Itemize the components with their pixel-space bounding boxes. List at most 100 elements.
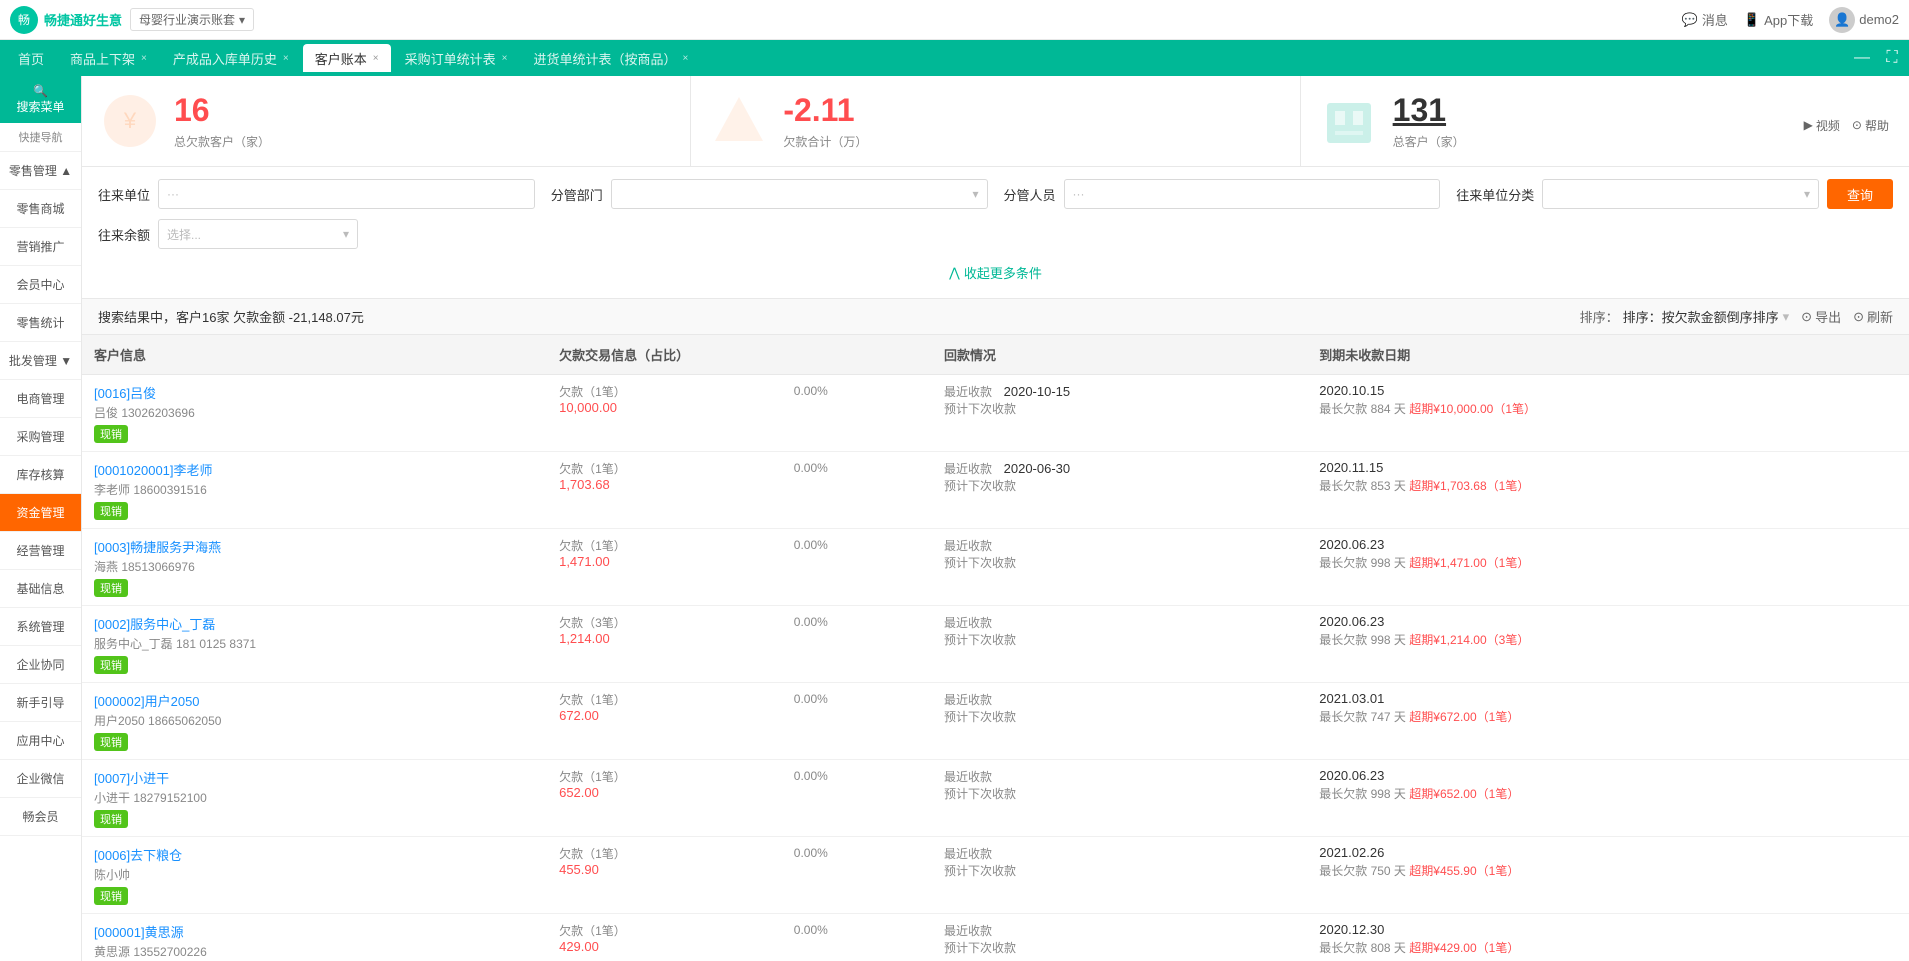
logo-icon: 畅 bbox=[10, 6, 38, 34]
overdue-amount-link[interactable]: 超期¥429.00（1笔） bbox=[1409, 941, 1519, 955]
collection-cell: 最近收款 预计下次收款 bbox=[932, 760, 1307, 837]
user-profile[interactable]: 👤 demo2 bbox=[1829, 7, 1899, 33]
latest-collection-label: 最近收款 bbox=[944, 924, 992, 938]
export-icon: ⊙ bbox=[1801, 309, 1812, 325]
company-selector[interactable]: 母婴行业演示账套 ▾ bbox=[130, 8, 254, 31]
due-date: 2020.10.15 bbox=[1319, 383, 1897, 398]
sidebar-item-retail-stats[interactable]: 零售统计 bbox=[0, 304, 81, 342]
main-layout: 🔍 搜索菜单 快捷导航 零售管理 ▲ 零售商城 营销推广 会员中心 零售统计 批… bbox=[0, 76, 1909, 961]
tab-customer-account[interactable]: 客户账本 × bbox=[303, 44, 391, 72]
table-row: [0001020001]李老师 李老师 18600391516 现销 欠款（1笔… bbox=[82, 452, 1909, 529]
filter-item-unit-category: 往来单位分类 ▾ 查询 bbox=[1456, 179, 1893, 209]
customer-name-link[interactable]: [0002]服务中心_丁磊 bbox=[94, 617, 215, 632]
tab-purchase-stats[interactable]: 进货单统计表（按商品） × bbox=[521, 44, 700, 72]
overdue-amount-link[interactable]: 超期¥10,000.00（1笔） bbox=[1409, 402, 1536, 416]
tab-home[interactable]: 首页 bbox=[6, 44, 56, 72]
sidebar-item-app-center[interactable]: 应用中心 bbox=[0, 722, 81, 760]
refresh-button[interactable]: ⊙ 刷新 bbox=[1853, 307, 1893, 326]
video-button[interactable]: ▶ 视频 bbox=[1804, 117, 1840, 134]
overdue-amount-link[interactable]: 超期¥652.00（1笔） bbox=[1409, 787, 1519, 801]
overdue-amount-link[interactable]: 超期¥1,214.00（3笔） bbox=[1409, 633, 1529, 647]
refresh-icon: ⊙ bbox=[1853, 309, 1864, 325]
tab-products-off-close[interactable]: × bbox=[141, 53, 147, 64]
sidebar-item-purchase[interactable]: 采购管理 bbox=[0, 418, 81, 456]
tab-production-history-close[interactable]: × bbox=[283, 53, 289, 64]
customer-contact: 黄思源 13552700226 bbox=[94, 943, 535, 960]
tab-expand-button[interactable]: ⛶ bbox=[1881, 47, 1903, 69]
sort-value: 排序：按欠款金额倒序排序 bbox=[1623, 307, 1779, 326]
overdue-amount-link[interactable]: 超期¥672.00（1笔） bbox=[1409, 710, 1519, 724]
sidebar-item-inventory[interactable]: 库存核算 bbox=[0, 456, 81, 494]
next-collection-info: 预计下次收款 bbox=[944, 939, 1295, 956]
sidebar-item-new-guide[interactable]: 新手引导 bbox=[0, 684, 81, 722]
dept-select[interactable]: ▾ bbox=[611, 179, 988, 209]
stat-right-actions: ▶ 视频 ⊙ 帮助 bbox=[1804, 109, 1889, 134]
tab-purchase-order[interactable]: 采购订单统计表 × bbox=[393, 44, 520, 72]
latest-collection-label: 最近收款 bbox=[944, 770, 992, 784]
manager-input[interactable]: ··· bbox=[1064, 179, 1441, 209]
sidebar-item-member[interactable]: 会员中心 bbox=[0, 266, 81, 304]
collection-cell: 最近收款 2020-06-30 预计下次收款 bbox=[932, 452, 1307, 529]
unit-category-select[interactable]: ▾ bbox=[1542, 179, 1819, 209]
help-button[interactable]: ⊙ 帮助 bbox=[1852, 117, 1889, 134]
next-collection-label: 预计下次收款 bbox=[944, 479, 1016, 493]
sidebar-label-retail-stats: 零售统计 bbox=[16, 316, 64, 330]
customer-name-link[interactable]: [0016]吕俊 bbox=[94, 386, 156, 401]
next-collection-label: 预计下次收款 bbox=[944, 633, 1016, 647]
customer-name-link[interactable]: [0003]畅捷服务尹海燕 bbox=[94, 540, 221, 555]
message-icon: 💬 bbox=[1682, 12, 1698, 28]
tab-collapse-button[interactable]: — bbox=[1851, 47, 1873, 69]
overdue-amount-link[interactable]: 超期¥1,471.00（1笔） bbox=[1409, 556, 1529, 570]
message-button[interactable]: 💬 消息 bbox=[1682, 10, 1728, 29]
overdue-amount-link[interactable]: 超期¥455.90（1笔） bbox=[1409, 864, 1519, 878]
sidebar-item-system[interactable]: 系统管理 bbox=[0, 608, 81, 646]
sidebar-item-enterprise[interactable]: 企业协同 bbox=[0, 646, 81, 684]
sidebar-item-vip[interactable]: 畅会员 bbox=[0, 798, 81, 836]
sidebar-item-operations[interactable]: 经营管理 bbox=[0, 532, 81, 570]
stat-icon-debt: ¥ bbox=[102, 93, 158, 149]
collection-info: 最近收款 bbox=[944, 614, 1295, 631]
debt-amount: 1,214.00 bbox=[559, 631, 770, 646]
tab-purchase-order-close[interactable]: × bbox=[502, 53, 508, 64]
tab-customer-account-close[interactable]: × bbox=[373, 53, 379, 64]
search-button[interactable]: 查询 bbox=[1827, 179, 1893, 209]
due-date: 2020.06.23 bbox=[1319, 614, 1897, 629]
customer-info-cell: [0003]畅捷服务尹海燕 海燕 18513066976 现销 bbox=[82, 529, 547, 606]
table-container: 客户信息 欠款交易信息（占比） 回款情况 到期未收款日期 [0016]吕俊 吕俊… bbox=[82, 335, 1909, 961]
debt-info-cell: 欠款（1笔） 429.00 bbox=[547, 914, 782, 961]
table-row: [000001]黄思源 黄思源 13552700226 现销 欠款（1笔） 42… bbox=[82, 914, 1909, 961]
customer-contact: 用户2050 18665062050 bbox=[94, 712, 535, 729]
sidebar-item-ecommerce[interactable]: 电商管理 bbox=[0, 380, 81, 418]
sidebar-item-wechat[interactable]: 企业微信 bbox=[0, 760, 81, 798]
sidebar-item-retail-mgmt[interactable]: 零售管理 ▲ bbox=[0, 152, 81, 190]
customer-name-link[interactable]: [000002]用户2050 bbox=[94, 694, 200, 709]
sidebar-item-finance[interactable]: 资金管理 bbox=[0, 494, 81, 532]
sidebar-item-retail-store[interactable]: 零售商城 bbox=[0, 190, 81, 228]
tab-products-off[interactable]: 商品上下架 × bbox=[58, 44, 159, 72]
customer-unit-input[interactable]: ··· bbox=[158, 179, 535, 209]
tab-production-history[interactable]: 产成品入库单历史 × bbox=[161, 44, 301, 72]
customer-contact: 服务中心_丁磊 181 0125 8371 bbox=[94, 635, 535, 652]
overdue-amount-link[interactable]: 超期¥1,703.68（1笔） bbox=[1409, 479, 1529, 493]
sidebar-label-basic-info: 基础信息 bbox=[16, 582, 64, 596]
app-download-button[interactable]: 📱 App下载 bbox=[1744, 10, 1813, 29]
customer-name-link[interactable]: [0001020001]李老师 bbox=[94, 463, 213, 478]
customer-name-link[interactable]: [000001]黄思源 bbox=[94, 925, 184, 940]
customer-name-link[interactable]: [0006]去下粮仓 bbox=[94, 848, 182, 863]
sidebar-item-quick-nav: 快捷导航 bbox=[0, 123, 81, 152]
collection-cell: 最近收款 预计下次收款 bbox=[932, 683, 1307, 760]
sidebar-item-batch-mgmt[interactable]: 批发管理 ▼ bbox=[0, 342, 81, 380]
tab-purchase-stats-close[interactable]: × bbox=[682, 53, 688, 64]
customer-name-link[interactable]: [0007]小进干 bbox=[94, 771, 169, 786]
balance-select[interactable]: 选择... ▾ bbox=[158, 219, 358, 249]
stat-card-debt-total: -2.11 欠款合计（万） bbox=[691, 76, 1300, 166]
sidebar-item-marketing[interactable]: 营销推广 bbox=[0, 228, 81, 266]
collapse-button[interactable]: ⋀ 收起更多条件 bbox=[98, 259, 1893, 286]
sidebar-search[interactable]: 🔍 搜索菜单 bbox=[0, 76, 81, 123]
debt-info-cell: 欠款（1笔） 1,703.68 bbox=[547, 452, 782, 529]
sidebar-item-basic-info[interactable]: 基础信息 bbox=[0, 570, 81, 608]
overdue-days: 最长欠款 998 天 超期¥1,214.00（3笔） bbox=[1319, 631, 1897, 648]
export-button[interactable]: ⊙ 导出 bbox=[1801, 307, 1841, 326]
debt-desc: 欠款（1笔） bbox=[559, 768, 770, 785]
sort-selector[interactable]: 排序： 排序：按欠款金额倒序排序 ▾ bbox=[1580, 307, 1790, 326]
